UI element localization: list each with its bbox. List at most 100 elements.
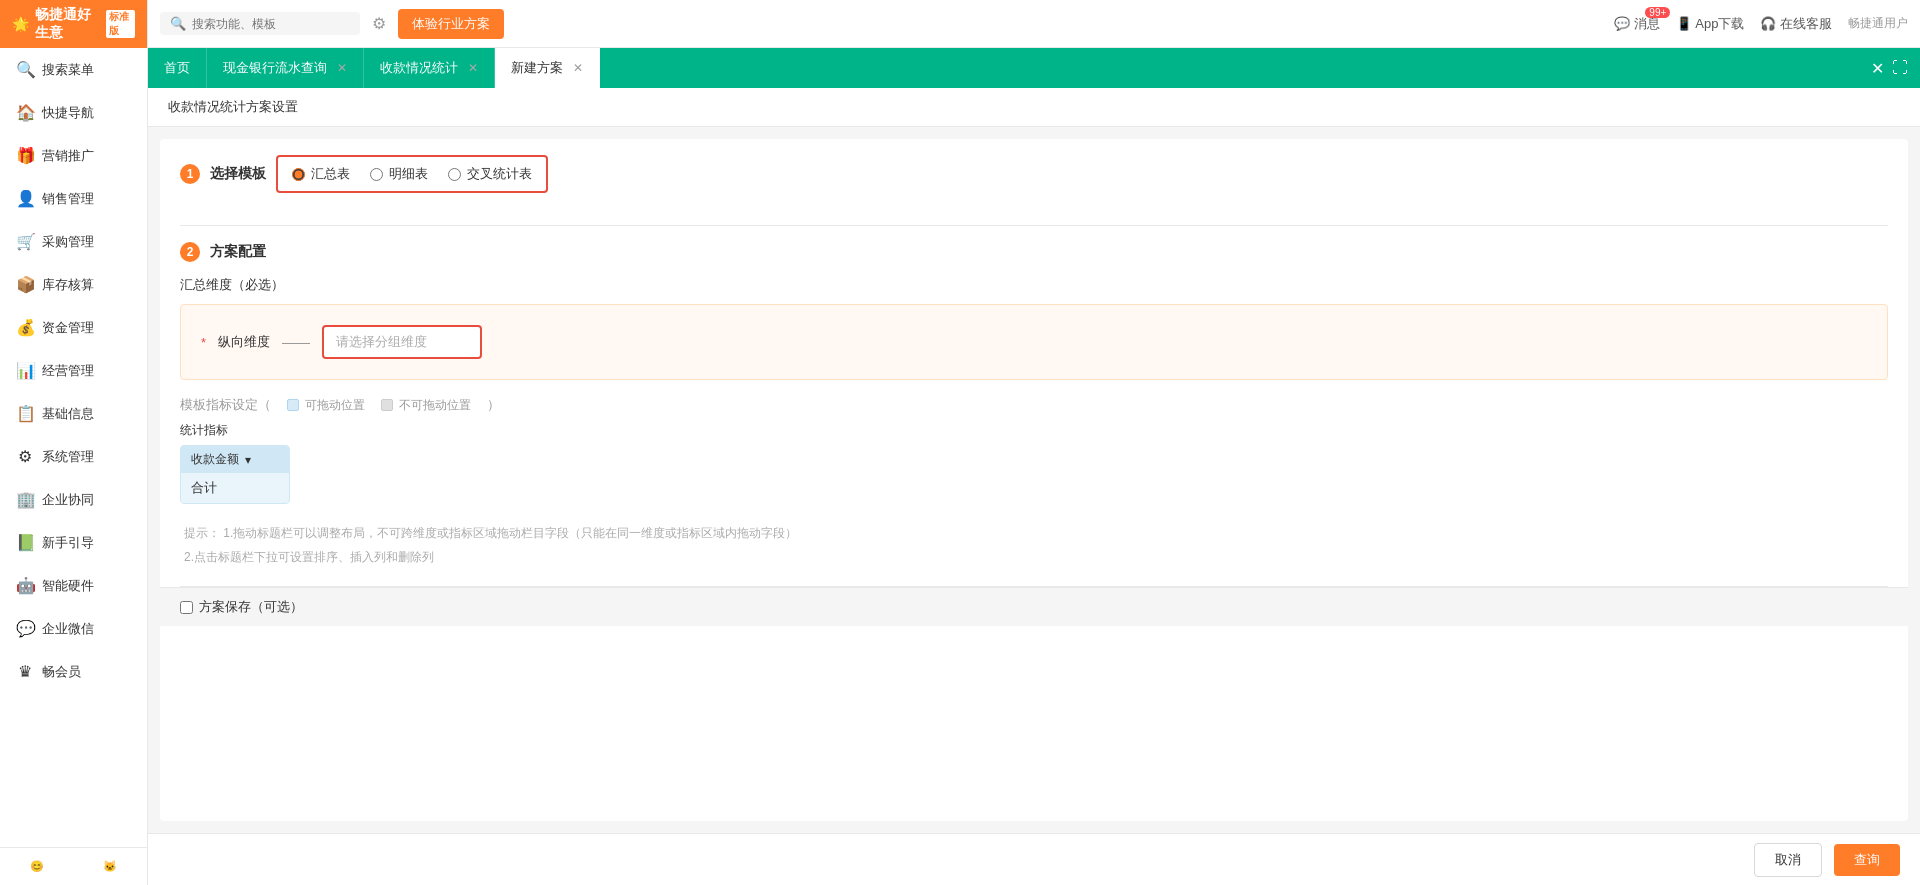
- tab-label-bank-flow: 现金银行流水查询: [223, 59, 327, 77]
- main-area: 🔍 ⚙ 体验行业方案 💬 消息 99+ 📱 App下载 🎧 在线客服 畅捷通用户…: [148, 0, 1920, 885]
- message-icon: 💬: [1614, 16, 1630, 31]
- sidebar-label-quick-nav: 快捷导航: [42, 104, 94, 122]
- tab-close-receipt-stats[interactable]: ✕: [468, 61, 478, 75]
- edition-badge: 标准版: [106, 10, 135, 38]
- sidebar-icon-quick-nav: 🏠: [16, 103, 34, 122]
- save-option-checkbox[interactable]: 方案保存（可选）: [180, 598, 303, 616]
- sidebar-label-newbie: 新手引导: [42, 534, 94, 552]
- radio-detail-label: 明细表: [389, 165, 428, 183]
- tab-home[interactable]: 首页: [148, 48, 207, 88]
- sidebar-item-enterprise[interactable]: 🏢 企业协同: [0, 478, 147, 521]
- search-input[interactable]: [192, 17, 332, 31]
- gear-icon[interactable]: ⚙: [372, 14, 386, 33]
- sidebar-item-inventory[interactable]: 📦库存核算: [0, 263, 147, 306]
- app-download-btn[interactable]: 📱 App下载: [1676, 15, 1744, 33]
- sidebar-label-finance: 资金管理: [42, 319, 94, 337]
- radio-cross[interactable]: 交叉统计表: [448, 165, 532, 183]
- app-label: App下载: [1695, 16, 1744, 31]
- sidebar-nav: 🔍搜索菜单 🏠 快捷导航 🎁营销推广 👤 销售管理 🛒采购管理📦库存核算 💰 资金管理 📊经营管理…: [0, 48, 147, 847]
- message-btn[interactable]: 💬 消息 99+: [1614, 15, 1660, 33]
- search-icon: 🔍: [170, 16, 186, 31]
- sidebar-item-quick-nav[interactable]: 🏠 快捷导航: [0, 91, 147, 134]
- tabbar: 首页现金银行流水查询 ✕ 收款情况统计 ✕ 新建方案 ✕ ✕ ⛶: [148, 48, 1920, 88]
- tab-label-receipt-stats: 收款情况统计: [380, 59, 458, 77]
- sidebar-item-newbie[interactable]: 📗新手引导: [0, 521, 147, 564]
- step2-badge: 2: [180, 242, 200, 262]
- close-window-icon[interactable]: ✕: [1871, 59, 1884, 78]
- sidebar-icon-weixin: 💬: [16, 619, 34, 638]
- sidebar-icon-purchase: 🛒: [16, 232, 34, 251]
- service-btn[interactable]: 🎧 在线客服: [1760, 15, 1832, 33]
- sidebar-icon-smart-hw: 🤖: [16, 576, 34, 595]
- stat-label: 统计指标: [180, 422, 1888, 439]
- indicator-col-body: 合计: [181, 473, 289, 503]
- sidebar-icon-system: ⚙: [16, 447, 34, 466]
- maximize-icon[interactable]: ⛶: [1892, 59, 1908, 77]
- footer-section: 方案保存（可选）: [160, 587, 1908, 626]
- cancel-button[interactable]: 取消: [1754, 843, 1822, 877]
- sidebar-item-sales[interactable]: 👤 销售管理: [0, 177, 147, 220]
- tab-label-new-plan: 新建方案: [511, 59, 563, 77]
- tab-close-new-plan[interactable]: ✕: [573, 61, 583, 75]
- step2-section: 2 方案配置 汇总维度（必选） * 纵向维度 —— 请选择分组维度: [160, 226, 1908, 586]
- tab-receipt-stats[interactable]: 收款情况统计 ✕: [364, 48, 495, 88]
- sidebar-label-marketing: 营销推广: [42, 147, 94, 165]
- sidebar-icon-sales: 👤: [16, 189, 34, 208]
- username-label: 畅捷通用户: [1848, 15, 1908, 32]
- indicator-section: 模板指标设定（ 可拖动位置 不可拖动位置 ） 统计指标: [180, 396, 1888, 507]
- legend-dot-gray: [381, 399, 393, 411]
- indicator-col-header[interactable]: 收款金额 ▾: [181, 446, 289, 473]
- sidebar-icon-operations: 📊: [16, 361, 34, 380]
- sidebar-label-member: 畅会员: [42, 663, 81, 681]
- sidebar-item-basic-info[interactable]: 📋基础信息: [0, 392, 147, 435]
- radio-cross-input[interactable]: [448, 168, 461, 181]
- step1-badge: 1: [180, 164, 200, 184]
- sidebar-icon-member: ♛: [16, 662, 34, 681]
- tab-new-plan[interactable]: 新建方案 ✕: [495, 48, 600, 88]
- sidebar-item-system[interactable]: ⚙系统管理: [0, 435, 147, 478]
- search-box[interactable]: 🔍: [160, 12, 360, 35]
- sidebar-item-smart-hw[interactable]: 🤖 智能硬件: [0, 564, 147, 607]
- sidebar-item-finance[interactable]: 💰 资金管理: [0, 306, 147, 349]
- sidebar-icon-enterprise: 🏢: [16, 490, 34, 509]
- app-icon: 📱: [1676, 16, 1692, 31]
- sidebar-item-marketing[interactable]: 🎁营销推广: [0, 134, 147, 177]
- sidebar-icon-basic-info: 📋: [16, 404, 34, 423]
- sidebar-item-search-menu[interactable]: 🔍搜索菜单: [0, 48, 147, 91]
- page-title: 收款情况统计方案设置: [168, 99, 298, 114]
- sidebar-icon-finance: 💰: [16, 318, 34, 337]
- radio-summary-input[interactable]: [292, 168, 305, 181]
- sidebar-label-sales: 销售管理: [42, 190, 94, 208]
- sidebar-item-weixin[interactable]: 💬企业微信: [0, 607, 147, 650]
- sidebar-icon-inventory: 📦: [16, 275, 34, 294]
- indicator-header-close: ）: [487, 396, 500, 414]
- legend-fixed: 不可拖动位置: [381, 397, 471, 414]
- topbar-right: 💬 消息 99+ 📱 App下载 🎧 在线客服 畅捷通用户: [1614, 15, 1908, 33]
- tab-bank-flow[interactable]: 现金银行流水查询 ✕: [207, 48, 364, 88]
- sidebar-avatar2[interactable]: 🐱: [99, 856, 121, 877]
- radio-detail-input[interactable]: [370, 168, 383, 181]
- step1-section: 1 选择模板 汇总表 明细表 交叉统计表: [160, 139, 1908, 225]
- tab-close-bank-flow[interactable]: ✕: [337, 61, 347, 75]
- sidebar-label-enterprise: 企业协同: [42, 491, 94, 509]
- tip-line-2: 2.点击标题栏下拉可设置排序、插入列和删除列: [184, 547, 1884, 569]
- sidebar-item-member[interactable]: ♛ 畅会员: [0, 650, 147, 693]
- sidebar-logo: 🌟 畅捷通好生意 标准版: [0, 0, 147, 48]
- template-radio-group: 汇总表 明细表 交叉统计表: [276, 155, 548, 193]
- sidebar: 🌟 畅捷通好生意 标准版 🔍搜索菜单 🏠 快捷导航 🎁营销推广 👤 销售管理 🛒采购管理📦库…: [0, 0, 148, 885]
- sidebar-label-smart-hw: 智能硬件: [42, 577, 94, 595]
- sidebar-item-purchase[interactable]: 🛒采购管理: [0, 220, 147, 263]
- radio-detail[interactable]: 明细表: [370, 165, 428, 183]
- dim-arrow-icon: ——: [282, 334, 310, 350]
- logo-icon: 🌟: [12, 16, 29, 32]
- save-checkbox-input[interactable]: [180, 601, 193, 614]
- summary-dim-label: 汇总维度（必选）: [180, 276, 1888, 294]
- chevron-down-icon: ▾: [245, 453, 251, 467]
- sidebar-avatar1[interactable]: 😊: [26, 856, 48, 877]
- query-button[interactable]: 查询: [1834, 844, 1900, 876]
- radio-summary[interactable]: 汇总表: [292, 165, 350, 183]
- dim-select-box[interactable]: 请选择分组维度: [322, 325, 482, 359]
- dim-required-star: *: [201, 335, 206, 350]
- sidebar-item-operations[interactable]: 📊经营管理: [0, 349, 147, 392]
- trial-button[interactable]: 体验行业方案: [398, 9, 504, 39]
